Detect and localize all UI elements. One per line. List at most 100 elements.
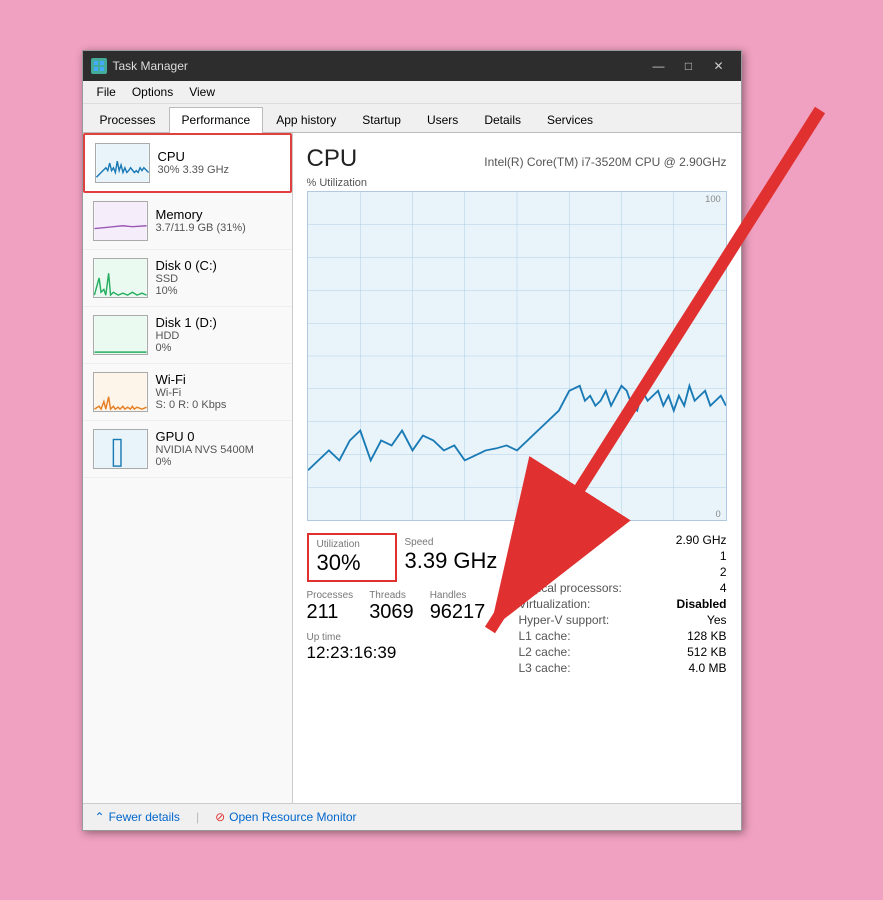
cpu-chart: 100 0 — [307, 191, 727, 521]
util-label: Utilization — [317, 539, 387, 550]
threads-label: Threads — [369, 590, 414, 601]
sidebar-item-memory[interactable]: Memory 3.7/11.9 GB (31%) — [83, 193, 292, 250]
disk1-name: Disk 1 (D:) — [156, 315, 217, 330]
close-button[interactable]: ✕ — [705, 56, 733, 76]
l2-label: L2 cache: — [519, 645, 641, 659]
handles-box: Handles 96217 — [430, 590, 486, 624]
separator: | — [196, 810, 199, 824]
virt-value: Disabled — [657, 597, 727, 611]
sidebar-item-cpu[interactable]: CPU 30% 3.39 GHz — [83, 133, 292, 193]
sidebar-item-gpu[interactable]: GPU 0 NVIDIA NVS 5400M 0% — [83, 421, 292, 478]
tab-services[interactable]: Services — [534, 107, 606, 132]
wifi-mini-graph — [93, 372, 148, 412]
memory-sidebar-info: Memory 3.7/11.9 GB (31%) — [156, 207, 246, 234]
tab-details[interactable]: Details — [471, 107, 534, 132]
open-monitor-label: Open Resource Monitor — [229, 810, 356, 824]
sidebar-item-disk1[interactable]: Disk 1 (D:) HDD 0% — [83, 307, 292, 364]
tab-processes[interactable]: Processes — [87, 107, 169, 132]
l3-label: L3 cache: — [519, 661, 641, 675]
memory-mini-graph — [93, 201, 148, 241]
uptime-value: 12:23:16:39 — [307, 643, 507, 663]
logical-value: 4 — [657, 581, 727, 595]
maximize-button[interactable]: □ — [675, 56, 703, 76]
cores-value: 2 — [657, 565, 727, 579]
disk1-sidebar-info: Disk 1 (D:) HDD 0% — [156, 315, 217, 354]
memory-detail: 3.7/11.9 GB (31%) — [156, 222, 246, 234]
svg-text:100: 100 — [705, 194, 721, 204]
disk1-mini-graph — [93, 315, 148, 355]
speed-box: Speed 3.39 GHz — [405, 533, 498, 582]
minimize-button[interactable]: — — [645, 56, 673, 76]
gpu-name: GPU 0 — [156, 429, 254, 444]
tab-performance[interactable]: Performance — [169, 107, 264, 133]
hyperv-value: Yes — [657, 613, 727, 627]
disk0-type: SSD — [156, 273, 217, 285]
memory-name: Memory — [156, 207, 246, 222]
fewer-details-button[interactable]: ⌃ Fewer details — [95, 810, 180, 824]
logical-label: Logical processors: — [519, 581, 641, 595]
right-stats: Base speed: 2.90 GHz Sockets: 1 Cores: 2… — [519, 533, 727, 675]
window-title: Task Manager — [113, 59, 645, 73]
window-controls: — □ ✕ — [645, 56, 733, 76]
main-panel: CPU Intel(R) Core(TM) i7-3520M CPU @ 2.9… — [293, 133, 741, 803]
menu-file[interactable]: File — [91, 83, 122, 101]
hyperv-label: Hyper-V support: — [519, 613, 641, 627]
svg-text:0: 0 — [715, 509, 720, 519]
cpu-detail: 30% 3.39 GHz — [158, 164, 230, 176]
handles-value: 96217 — [430, 601, 486, 624]
l1-label: L1 cache: — [519, 629, 641, 643]
app-icon — [91, 58, 107, 74]
tab-users[interactable]: Users — [414, 107, 471, 132]
processes-label: Processes — [307, 590, 354, 601]
pth-row: Processes 211 Threads 3069 Handles 96217 — [307, 590, 507, 624]
threads-box: Threads 3069 — [369, 590, 414, 624]
cores-label: Cores: — [519, 565, 641, 579]
cpu-title: CPU — [307, 145, 358, 173]
fewer-details-label: Fewer details — [109, 810, 180, 824]
menu-view[interactable]: View — [183, 83, 221, 101]
uptime-box: Up time 12:23:16:39 — [307, 632, 507, 663]
gpu-mini-graph — [93, 429, 148, 469]
virt-label: Virtualization: — [519, 597, 641, 611]
speed-label: Speed — [405, 537, 498, 548]
wifi-sidebar-info: Wi-Fi Wi-Fi S: 0 R: 0 Kbps — [156, 372, 227, 411]
cpu-header: CPU Intel(R) Core(TM) i7-3520M CPU @ 2.9… — [307, 145, 727, 173]
wifi-type: Wi-Fi — [156, 387, 227, 399]
stats-row: Utilization 30% Speed 3.39 GHz Processes — [307, 533, 727, 675]
open-resource-monitor-button[interactable]: ⊘ Open Resource Monitor — [215, 810, 356, 824]
content-area: CPU 30% 3.39 GHz Memory 3.7/11.9 GB (31%… — [83, 133, 741, 803]
disk0-name: Disk 0 (C:) — [156, 258, 217, 273]
processes-value: 211 — [307, 601, 354, 624]
cpu-mini-graph — [95, 143, 150, 183]
cpu-name: CPU — [158, 149, 230, 164]
tab-startup[interactable]: Startup — [349, 107, 414, 132]
wifi-speed: S: 0 R: 0 Kbps — [156, 399, 227, 411]
base-speed-value: 2.90 GHz — [657, 533, 727, 547]
gpu-model: NVIDIA NVS 5400M — [156, 444, 254, 456]
menu-bar: File Options View — [83, 81, 741, 104]
cpu-sidebar-info: CPU 30% 3.39 GHz — [158, 149, 230, 176]
l3-value: 4.0 MB — [657, 661, 727, 675]
uptime-label: Up time — [307, 632, 507, 643]
wifi-name: Wi-Fi — [156, 372, 227, 387]
bottom-bar: ⌃ Fewer details | ⊘ Open Resource Monito… — [83, 803, 741, 830]
chart-util-label: % Utilization — [307, 177, 727, 189]
title-bar: Task Manager — □ ✕ — [83, 51, 741, 81]
disk0-sidebar-info: Disk 0 (C:) SSD 10% — [156, 258, 217, 297]
speed-value: 3.39 GHz — [405, 548, 498, 574]
base-speed-label: Base speed: — [519, 533, 641, 547]
tab-app-history[interactable]: App history — [263, 107, 349, 132]
processes-box: Processes 211 — [307, 590, 354, 624]
monitor-icon: ⊘ — [215, 810, 225, 824]
handles-label: Handles — [430, 590, 486, 601]
utilization-box: Utilization 30% — [307, 533, 397, 582]
threads-value: 3069 — [369, 601, 414, 624]
disk1-util: 0% — [156, 342, 217, 354]
sidebar-item-wifi[interactable]: Wi-Fi Wi-Fi S: 0 R: 0 Kbps — [83, 364, 292, 421]
sockets-label: Sockets: — [519, 549, 641, 563]
menu-options[interactable]: Options — [126, 83, 179, 101]
util-value: 30% — [317, 550, 387, 576]
sidebar-item-disk0[interactable]: Disk 0 (C:) SSD 10% — [83, 250, 292, 307]
gpu-sidebar-info: GPU 0 NVIDIA NVS 5400M 0% — [156, 429, 254, 468]
gpu-util: 0% — [156, 456, 254, 468]
